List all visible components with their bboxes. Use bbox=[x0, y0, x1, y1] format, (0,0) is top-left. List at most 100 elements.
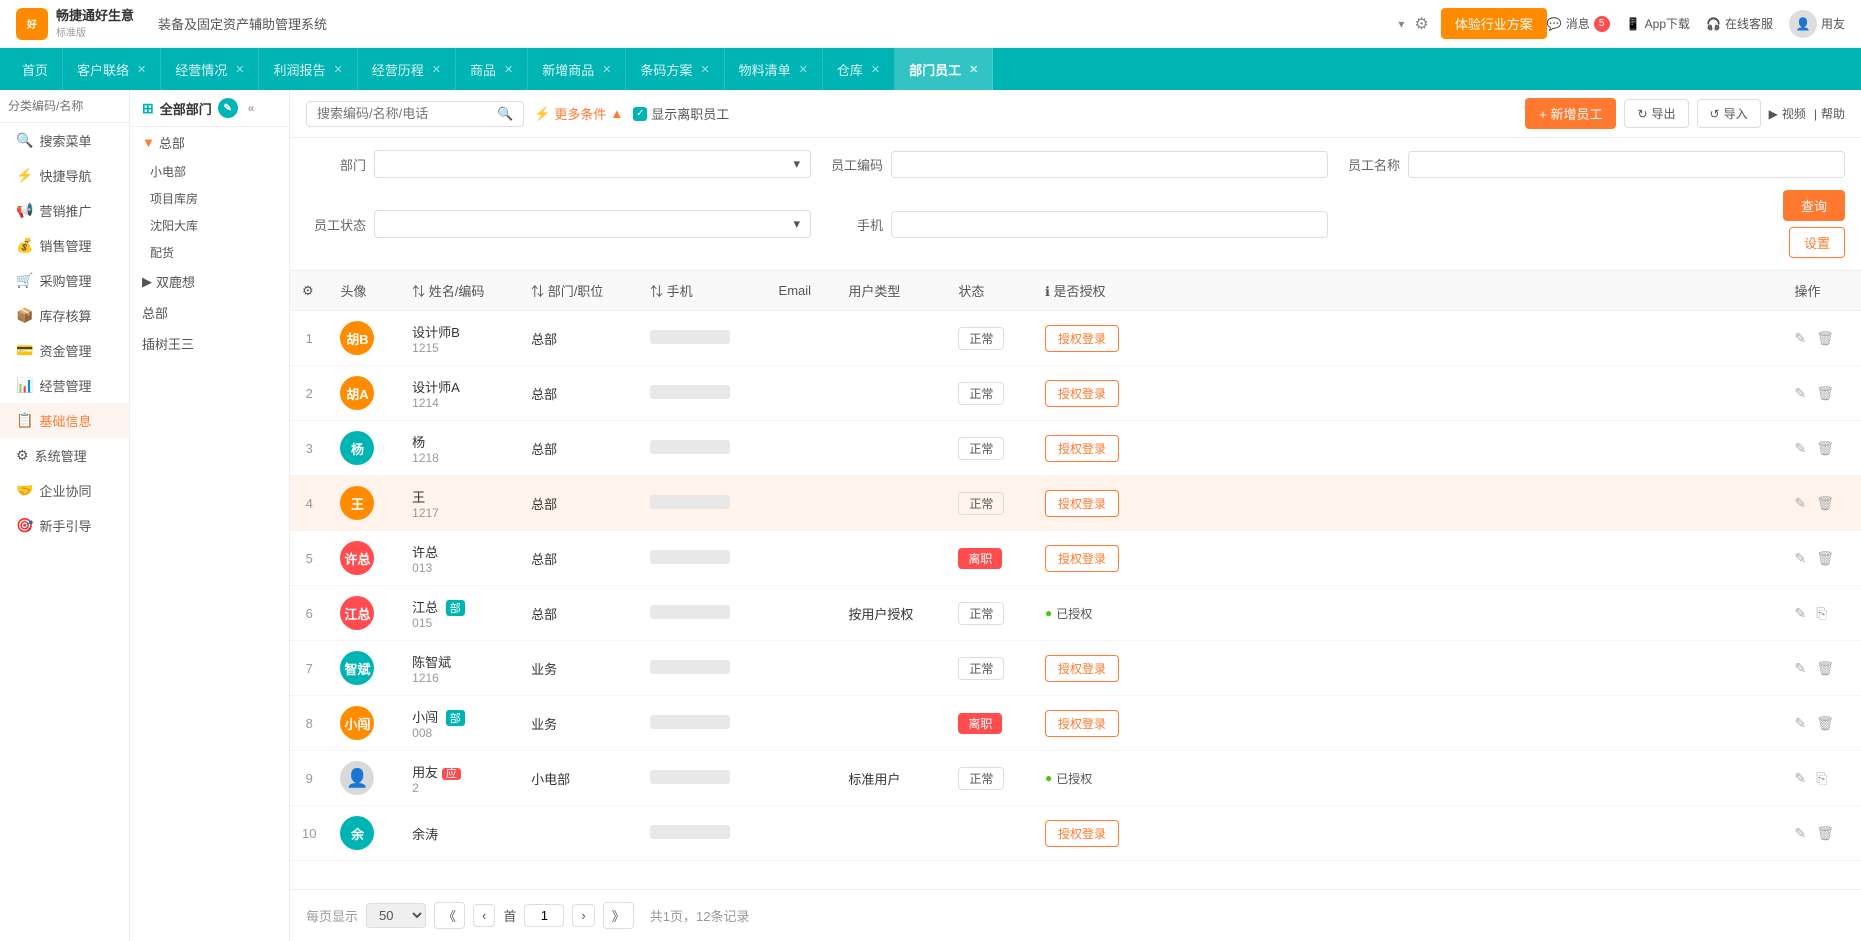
message-btn[interactable]: 💬 消息 5 bbox=[1547, 15, 1610, 32]
edit-icon[interactable]: ✎ bbox=[1794, 825, 1806, 842]
dept-project-room[interactable]: 项目库房 bbox=[130, 185, 289, 212]
dept-small-elec[interactable]: 小电部 bbox=[130, 158, 289, 185]
tab-operation[interactable]: 经营情况✕ bbox=[161, 48, 259, 90]
auth-btn[interactable]: 授权登录 bbox=[1045, 820, 1119, 847]
sidebar-item-marketing[interactable]: 📢 营销推广 bbox=[0, 193, 129, 228]
tab-barcode-close[interactable]: ✕ bbox=[700, 63, 709, 76]
system-dropdown-icon[interactable]: ▾ bbox=[1398, 17, 1404, 31]
edit-icon[interactable]: ✎ bbox=[1794, 660, 1806, 677]
auth-btn[interactable]: 授权登录 bbox=[1045, 655, 1119, 682]
dept-tree-planting[interactable]: 插树王三 bbox=[130, 328, 289, 359]
import-btn[interactable]: ↺ 导入 bbox=[1697, 99, 1761, 128]
filter-dept-input[interactable]: ▾ bbox=[374, 150, 811, 178]
tab-barcode[interactable]: 条码方案✕ bbox=[626, 48, 724, 90]
tab-warehouse-close[interactable]: ✕ bbox=[871, 63, 880, 76]
col-dept[interactable]: ⇅ 部门/职位 bbox=[519, 271, 638, 311]
delete-icon[interactable]: 🗑 bbox=[1816, 715, 1834, 732]
auth-btn[interactable]: 授权登录 bbox=[1045, 325, 1119, 352]
dept-shenyang[interactable]: 沈阳大库 bbox=[130, 212, 289, 239]
trial-btn[interactable]: 体验行业方案 bbox=[1441, 8, 1547, 39]
search-input[interactable] bbox=[317, 106, 497, 121]
edit-icon[interactable]: ✎ bbox=[1794, 605, 1806, 622]
sidebar-item-guide[interactable]: 🎯 新手引导 bbox=[0, 508, 129, 543]
search-icon[interactable]: 🔍 bbox=[497, 106, 513, 122]
prev-page-btn[interactable]: ‹ bbox=[473, 904, 495, 927]
edit-icon[interactable]: ✎ bbox=[1794, 330, 1806, 347]
filter-emp-name-input[interactable] bbox=[1408, 151, 1845, 178]
next-page-btn[interactable]: › bbox=[572, 904, 594, 927]
tab-home[interactable]: 首页 bbox=[8, 48, 63, 90]
copy-icon[interactable]: ⎘ bbox=[1816, 605, 1827, 622]
status-dropdown-arrow[interactable]: ▾ bbox=[793, 216, 800, 232]
sidebar-item-search[interactable]: 🔍 搜索菜单 bbox=[0, 123, 129, 158]
dept-delivery[interactable]: 配货 bbox=[130, 239, 289, 266]
query-btn[interactable]: 查询 bbox=[1783, 190, 1845, 221]
sidebar-item-finance[interactable]: 💳 资金管理 bbox=[0, 333, 129, 368]
edit-icon[interactable]: ✎ bbox=[1794, 440, 1806, 457]
auth-btn[interactable]: 授权登录 bbox=[1045, 545, 1119, 572]
export-btn[interactable]: ↻ 导出 bbox=[1624, 99, 1688, 128]
col-name[interactable]: ⇅ 姓名/编码 bbox=[400, 271, 519, 311]
tab-goods[interactable]: 商品✕ bbox=[456, 48, 528, 90]
sidebar-search-input[interactable] bbox=[8, 99, 130, 113]
auth-btn[interactable]: 授权登录 bbox=[1045, 490, 1119, 517]
sidebar-item-operation-mgmt[interactable]: 📊 经营管理 bbox=[0, 368, 129, 403]
tab-customer[interactable]: 客户联络✕ bbox=[63, 48, 161, 90]
edit-icon[interactable]: ✎ bbox=[1794, 715, 1806, 732]
tab-goods-close[interactable]: ✕ bbox=[504, 63, 513, 76]
resigned-checkbox[interactable]: ✓ bbox=[633, 107, 647, 121]
sidebar-item-sales[interactable]: 💰 销售管理 bbox=[0, 228, 129, 263]
sidebar-item-purchase[interactable]: 🛒 采购管理 bbox=[0, 263, 129, 298]
settings-icon[interactable]: ⚙ bbox=[1414, 14, 1428, 34]
delete-icon[interactable]: 🗑 bbox=[1816, 495, 1834, 512]
filter-emp-status-input[interactable]: ▾ bbox=[374, 210, 811, 238]
view-btn[interactable]: ▶ 视频 bbox=[1769, 105, 1806, 122]
delete-icon[interactable]: 🗑 bbox=[1816, 825, 1834, 842]
sidebar-item-inventory[interactable]: 📦 库存核算 bbox=[0, 298, 129, 333]
filter-phone-input[interactable] bbox=[891, 211, 1328, 238]
col-settings[interactable]: ⚙ bbox=[290, 271, 328, 311]
show-resigned-toggle[interactable]: ✓ 显示离职员工 bbox=[633, 104, 729, 123]
edit-icon[interactable]: ✎ bbox=[1794, 495, 1806, 512]
add-employee-btn[interactable]: + 新增员工 bbox=[1525, 98, 1616, 129]
tab-dept-staff-close[interactable]: ✕ bbox=[969, 63, 978, 76]
online-service-btn[interactable]: 🎧 在线客服 bbox=[1706, 15, 1773, 32]
dept-general-hq[interactable]: ▼ 总部 bbox=[130, 127, 289, 158]
edit-icon[interactable]: ✎ bbox=[1794, 550, 1806, 567]
first-page-btn[interactable]: 《 bbox=[434, 902, 465, 929]
dept-hq2[interactable]: 总部 bbox=[130, 297, 289, 328]
sidebar-item-system[interactable]: ⚙ 系统管理 bbox=[0, 438, 129, 473]
auth-btn[interactable]: 授权登录 bbox=[1045, 380, 1119, 407]
dept-collapse-icon[interactable]: « bbox=[248, 101, 255, 115]
col-phone[interactable]: ⇅ 手机 bbox=[638, 271, 767, 311]
filter-emp-code-input[interactable] bbox=[891, 151, 1328, 178]
tab-add-goods-close[interactable]: ✕ bbox=[602, 63, 611, 76]
auth-btn[interactable]: 授权登录 bbox=[1045, 710, 1119, 737]
tab-profit-close[interactable]: ✕ bbox=[334, 63, 343, 76]
user-menu[interactable]: 👤 用友 bbox=[1789, 10, 1845, 38]
delete-icon[interactable]: 🗑 bbox=[1816, 385, 1834, 402]
tab-profit[interactable]: 利润报告✕ bbox=[259, 48, 357, 90]
tab-journey-close[interactable]: ✕ bbox=[432, 63, 441, 76]
sidebar-item-basic-info[interactable]: 📋 基础信息 bbox=[0, 403, 129, 438]
tab-customer-close[interactable]: ✕ bbox=[137, 63, 146, 76]
dept-double-deer[interactable]: ▶ 双鹿想 bbox=[130, 266, 289, 297]
tab-warehouse[interactable]: 仓库✕ bbox=[823, 48, 895, 90]
tab-add-goods[interactable]: 新增商品✕ bbox=[528, 48, 626, 90]
sidebar-item-collab[interactable]: 🤝 企业协同 bbox=[0, 473, 129, 508]
tab-bom[interactable]: 物料清单✕ bbox=[725, 48, 823, 90]
tab-journey[interactable]: 经营历程✕ bbox=[358, 48, 456, 90]
sidebar-item-nav[interactable]: ⚡ 快捷导航 bbox=[0, 158, 129, 193]
delete-icon[interactable]: 🗑 bbox=[1816, 330, 1834, 347]
tab-bom-close[interactable]: ✕ bbox=[799, 63, 808, 76]
app-download-btn[interactable]: 📱 App下载 bbox=[1626, 15, 1690, 32]
delete-icon[interactable]: 🗑 bbox=[1816, 440, 1834, 457]
page-number-input[interactable] bbox=[524, 904, 564, 927]
delete-icon[interactable]: 🗑 bbox=[1816, 550, 1834, 567]
tab-operation-close[interactable]: ✕ bbox=[235, 63, 244, 76]
set-btn[interactable]: 设置 bbox=[1789, 227, 1845, 258]
last-page-btn[interactable]: 》 bbox=[603, 902, 634, 929]
all-dept[interactable]: ⊞ 全部部门 ✎ « bbox=[130, 90, 289, 127]
more-conditions-btn[interactable]: ⚡ 更多条件 ▲ bbox=[534, 104, 623, 123]
dept-dropdown-arrow[interactable]: ▾ bbox=[793, 156, 800, 172]
